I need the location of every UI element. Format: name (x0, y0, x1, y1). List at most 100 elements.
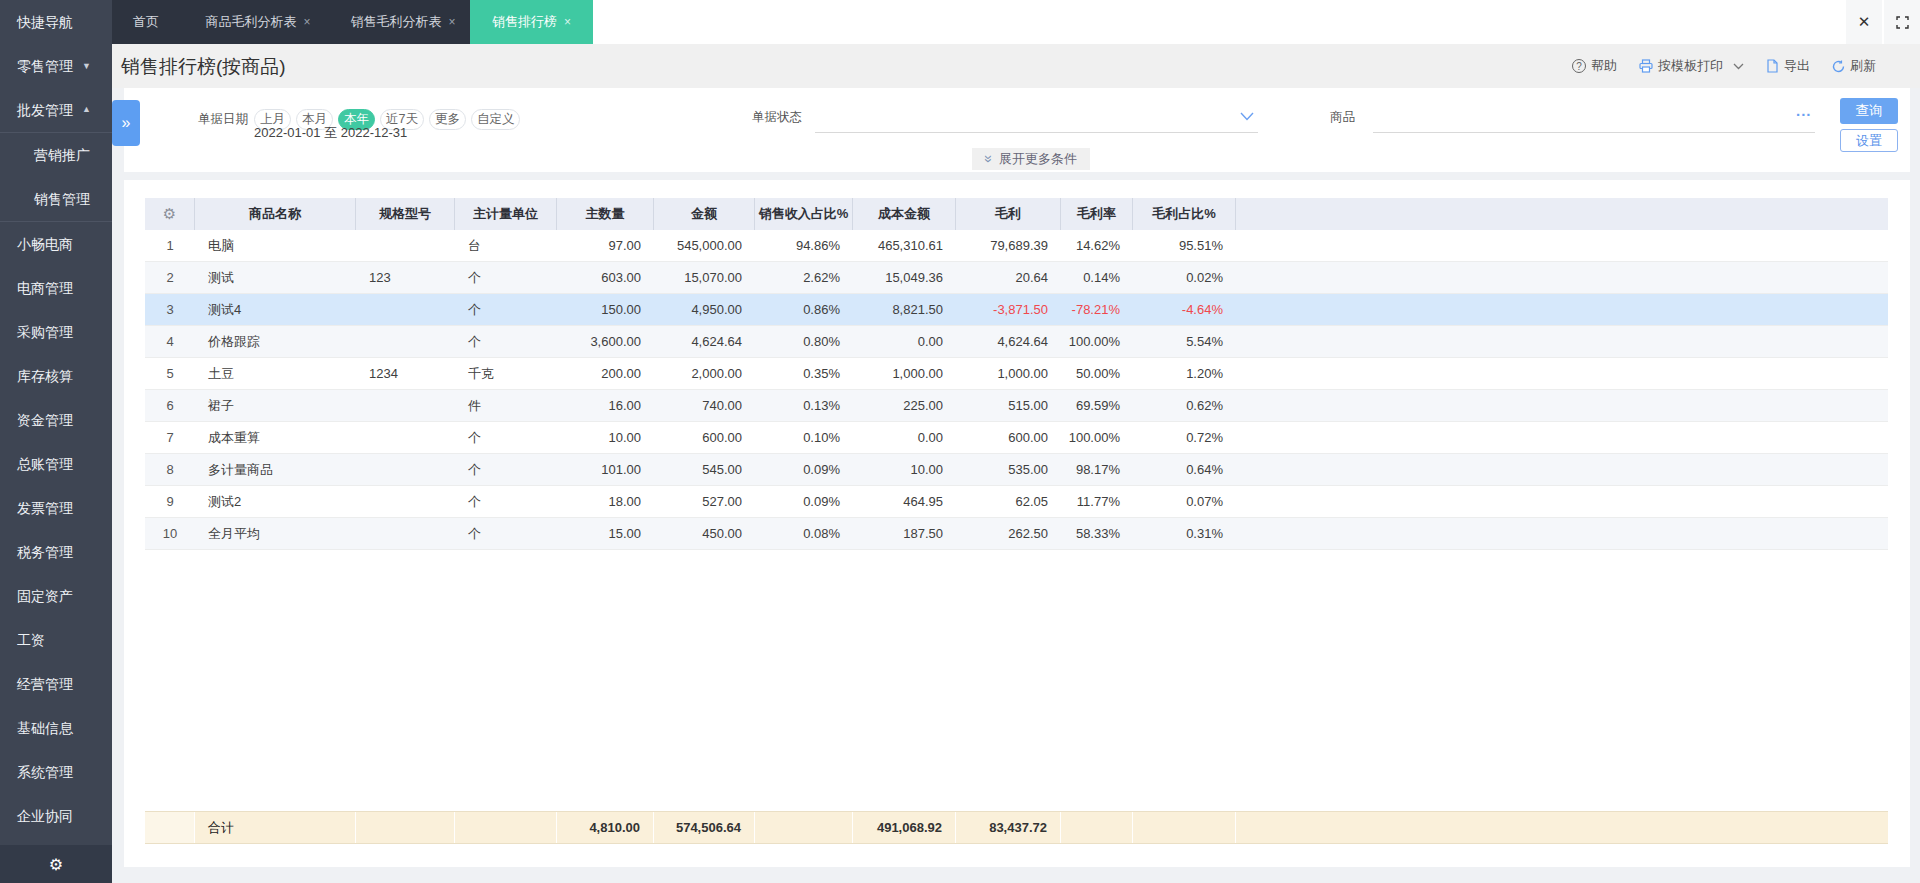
table-cell: 电脑 (195, 230, 356, 262)
date-option-pill[interactable]: 自定义 (471, 109, 521, 130)
table-row[interactable]: 2测试123个603.0015,070.002.62%15,049.3620.6… (145, 262, 1888, 294)
sidebar-item[interactable]: 营销推广 (0, 133, 112, 177)
status-select[interactable] (815, 132, 1258, 133)
sidebar-item-label: 销售管理 (34, 191, 90, 207)
tab-label: 商品毛利分析表 (205, 13, 296, 31)
fullscreen-button[interactable] (1882, 0, 1920, 44)
sidebar-item-label: 库存核算 (17, 368, 73, 384)
table-cell: 测试2 (195, 486, 356, 518)
help-button[interactable]: ? 帮助 (1572, 57, 1617, 75)
tab-2[interactable]: 销售毛利分析表 × (336, 0, 470, 44)
sidebar-item[interactable]: 采购管理 (0, 310, 112, 354)
status-filter-label: 单据状态 (752, 109, 802, 126)
table-row[interactable]: 9测试2个18.00527.000.09%464.9562.0511.77%0.… (145, 486, 1888, 518)
table-cell: 1.20% (1133, 358, 1236, 390)
tab-1[interactable]: 商品毛利分析表 × (180, 0, 336, 44)
sidebar-item[interactable]: 税务管理 (0, 530, 112, 574)
table-cell (356, 486, 455, 518)
close-tab-icon[interactable]: × (564, 15, 571, 29)
total-row: 合计4,810.00574,506.64491,068.9283,437.72 (145, 811, 1888, 844)
sidebar-item[interactable]: 库存核算 (0, 354, 112, 398)
table-cell (356, 390, 455, 422)
table-cell: 187.50 (853, 518, 956, 550)
expand-more-conditions-button[interactable]: » 展开更多条件 (972, 148, 1090, 170)
page-header: 销售排行榜(按商品) ? 帮助 按模板打印 导出 刷新 (112, 44, 1920, 88)
table-cell: 0.09% (755, 454, 853, 486)
close-tab-icon[interactable]: × (448, 15, 455, 29)
table-cell: 6 (145, 390, 195, 422)
column-settings-gear-icon[interactable]: ⚙ (145, 198, 195, 230)
export-button[interactable]: 导出 (1766, 57, 1810, 75)
sidebar-item[interactable]: 销售管理 (0, 177, 112, 221)
date-range-value[interactable]: 2022-01-01 至 2022-12-31 (254, 124, 407, 142)
data-grid: ⚙商品名称规格型号主计量单位主数量金额销售收入占比%成本金额毛利毛利率毛利占比%… (145, 198, 1888, 550)
sidebar-item[interactable]: 快捷导航 (0, 0, 112, 44)
table-cell: 15,049.36 (853, 262, 956, 294)
print-by-template-button[interactable]: 按模板打印 (1639, 57, 1744, 75)
sidebar-item[interactable]: 基础信息 (0, 706, 112, 750)
close-icon: ✕ (1858, 13, 1871, 31)
query-button[interactable]: 查询 (1840, 98, 1898, 124)
sidebar-item[interactable]: 企业协同 (0, 794, 112, 838)
table-cell: 79,689.39 (956, 230, 1061, 262)
product-input[interactable] (1373, 132, 1815, 133)
date-option-pill[interactable]: 更多 (429, 109, 466, 130)
column-header: 毛利率 (1061, 198, 1133, 230)
sidebar-item[interactable]: 经营管理 (0, 662, 112, 706)
refresh-button[interactable]: 刷新 (1832, 57, 1876, 75)
sidebar-item[interactable]: 固定资产 (0, 574, 112, 618)
table-row[interactable]: 3测试4个150.004,950.000.86%8,821.50-3,871.5… (145, 294, 1888, 326)
table-cell: 2,000.00 (654, 358, 755, 390)
sidebar-settings-button[interactable]: ⚙ (0, 845, 112, 883)
total-cell: 83,437.72 (956, 812, 1061, 843)
sidebar-item[interactable]: 工资 (0, 618, 112, 662)
table-row[interactable]: 4价格跟踪个3,600.004,624.640.80%0.004,624.641… (145, 326, 1888, 358)
table-row[interactable]: 6裙子件16.00740.000.13%225.00515.0069.59%0.… (145, 390, 1888, 422)
sidebar-item[interactable]: 批发管理▲ (0, 88, 112, 132)
table-cell: 600.00 (654, 422, 755, 454)
sidebar-item-label: 总账管理 (17, 456, 73, 472)
close-tab-icon[interactable]: × (303, 15, 310, 29)
table-cell: 测试 (195, 262, 356, 294)
table-header-row: ⚙商品名称规格型号主计量单位主数量金额销售收入占比%成本金额毛利毛利率毛利占比% (145, 198, 1888, 230)
table-row[interactable]: 7成本重算个10.00600.000.10%0.00600.00100.00%0… (145, 422, 1888, 454)
sidebar-item[interactable]: 资金管理 (0, 398, 112, 442)
table-cell: 1234 (356, 358, 455, 390)
settings-button[interactable]: 设置 (1840, 129, 1898, 152)
table-cell: 450.00 (654, 518, 755, 550)
table-row[interactable]: 5土豆1234千克200.002,000.000.35%1,000.001,00… (145, 358, 1888, 390)
sidebar-item[interactable]: 电商管理 (0, 266, 112, 310)
table-cell: 1,000.00 (956, 358, 1061, 390)
table-cell: 0.02% (1133, 262, 1236, 294)
table-row[interactable]: 8多计量商品个101.00545.000.09%10.00535.0098.17… (145, 454, 1888, 486)
table-cell: 58.33% (1061, 518, 1133, 550)
table-cell: 200.00 (557, 358, 654, 390)
collapse-filter-handle[interactable]: » (112, 100, 140, 146)
table-cell-filler (1236, 326, 1888, 358)
table-cell: 465,310.61 (853, 230, 956, 262)
product-more-button[interactable]: ... (1796, 102, 1812, 119)
close-window-button[interactable]: ✕ (1844, 0, 1882, 44)
table-row[interactable]: 1电脑台97.00545,000.0094.86%465,310.6179,68… (145, 230, 1888, 262)
sidebar: 快捷导航零售管理▼批发管理▲营销推广销售管理小畅电商电商管理采购管理库存核算资金… (0, 0, 112, 883)
tabs: 首页商品毛利分析表×销售毛利分析表×销售排行榜× (112, 0, 1920, 44)
table-cell: 0.80% (755, 326, 853, 358)
tab-bar: 首页商品毛利分析表×销售毛利分析表×销售排行榜× ✕ (112, 0, 1920, 44)
sidebar-item[interactable]: 总账管理 (0, 442, 112, 486)
tab-label: 销售毛利分析表 (350, 13, 441, 31)
table-cell: 0.86% (755, 294, 853, 326)
table-cell: 台 (455, 230, 557, 262)
table-cell: 价格跟踪 (195, 326, 356, 358)
tab-home[interactable]: 首页 (112, 0, 180, 44)
table-row[interactable]: 10全月平均个15.00450.000.08%187.50262.5058.33… (145, 518, 1888, 550)
column-header: 销售收入占比% (755, 198, 853, 230)
table-cell: 740.00 (654, 390, 755, 422)
table-cell: 100.00% (1061, 422, 1133, 454)
table-cell: -3,871.50 (956, 294, 1061, 326)
sidebar-item[interactable]: 小畅电商 (0, 222, 112, 266)
sidebar-item[interactable]: 零售管理▼ (0, 44, 112, 88)
sidebar-item[interactable]: 系统管理 (0, 750, 112, 794)
tab-3[interactable]: 销售排行榜× (470, 0, 593, 44)
sidebar-item-label: 工资 (17, 632, 45, 648)
sidebar-item[interactable]: 发票管理 (0, 486, 112, 530)
